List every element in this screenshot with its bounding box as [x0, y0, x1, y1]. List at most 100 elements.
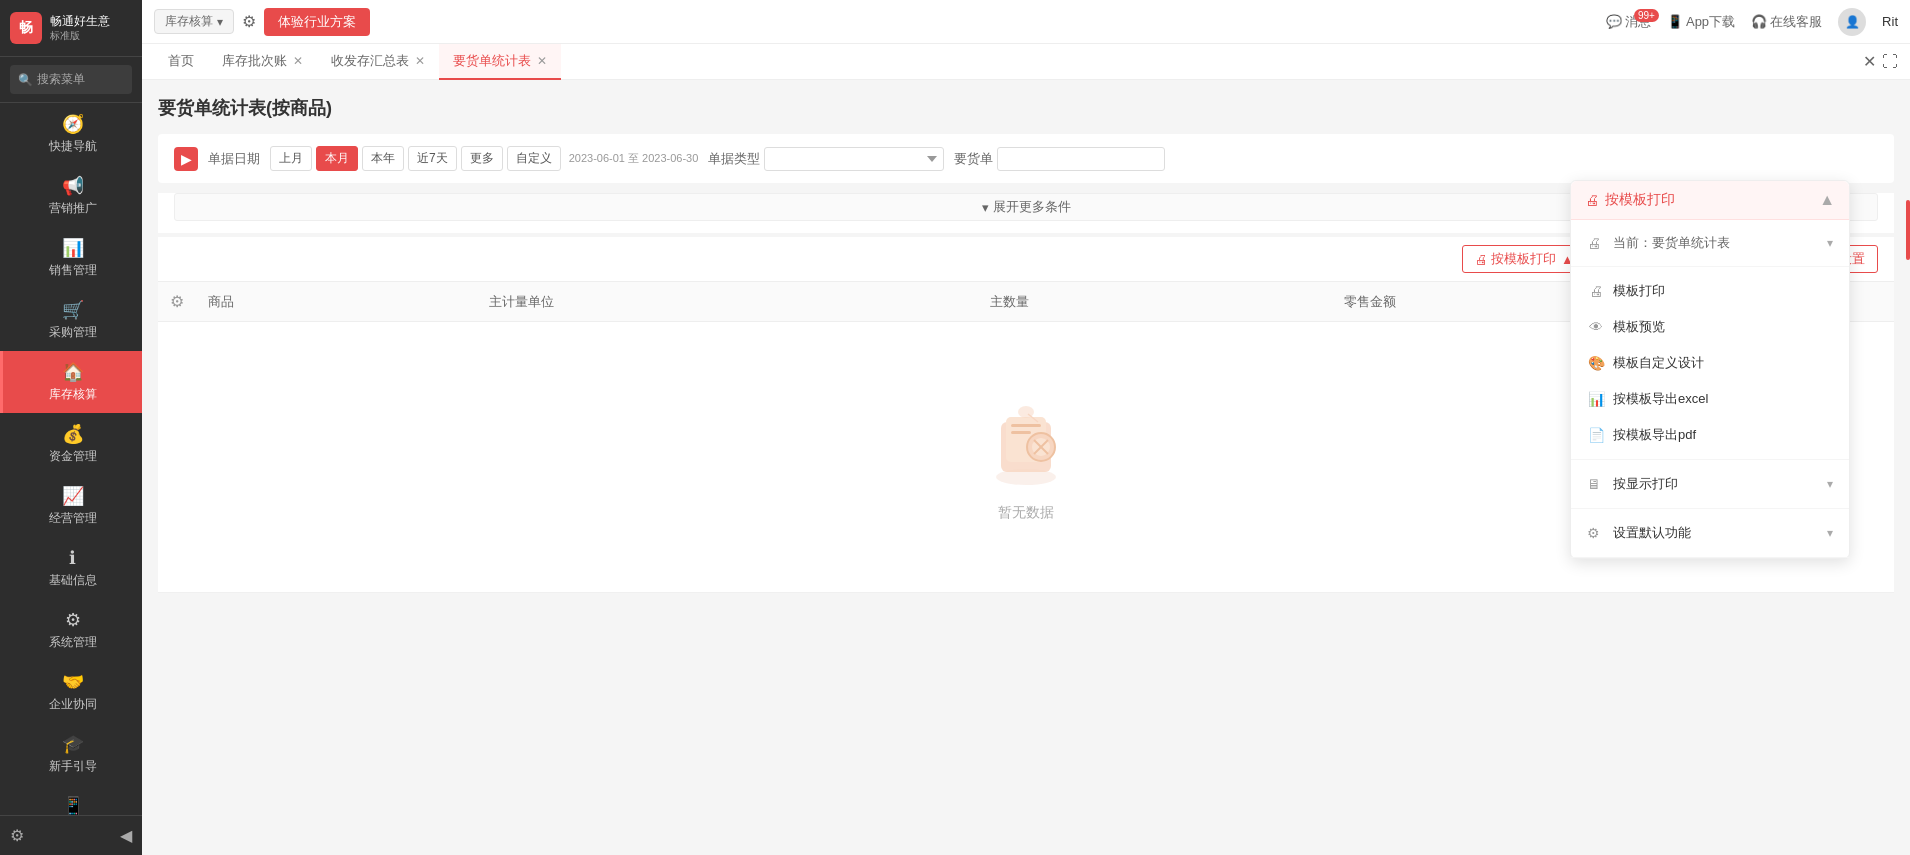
- topbar: 库存核算 ▾ ⚙ 体验行业方案 💬 消息 99+ 📱 App下载 🎧 在线客服 …: [142, 0, 1910, 44]
- tab-inventory-batch[interactable]: 库存批次账 ✕: [208, 44, 317, 80]
- sidebar-logo: 畅 畅通好生意 标准版: [0, 0, 142, 57]
- filter-date-group: 上月 本月 本年 近7天 更多 自定义 2023-06-01 至 2023-06…: [270, 146, 698, 171]
- settings-bottom-icon[interactable]: ⚙: [10, 826, 24, 845]
- topbar-gear-icon[interactable]: ⚙: [242, 12, 256, 31]
- sidebar-item-new-guide[interactable]: 🎓 新手引导: [0, 723, 142, 785]
- marketing-icon: 📢: [62, 175, 84, 197]
- app-name: 畅通好生意: [50, 13, 110, 30]
- tab-home[interactable]: 首页: [154, 44, 208, 80]
- dropdown-current-icon: 🖨: [1587, 235, 1605, 251]
- tab-order-stats-close[interactable]: ✕: [537, 54, 547, 68]
- topbar-left: 库存核算 ▾ ⚙ 体验行业方案: [154, 8, 1596, 36]
- tab-summary-close[interactable]: ✕: [415, 54, 425, 68]
- sidebar-item-app-center[interactable]: 📱 应用中心: [0, 785, 142, 815]
- dropdown-collapse-icon[interactable]: ▲: [1819, 191, 1835, 209]
- sidebar-item-quick-nav[interactable]: 🧭 快捷导航: [0, 103, 142, 165]
- app-sub-label: 标准版: [50, 29, 110, 43]
- tab-home-label: 首页: [168, 52, 194, 70]
- template-print-icon: 🖨: [1587, 283, 1605, 299]
- collapse-icon[interactable]: ◀: [120, 826, 132, 845]
- dropdown-item-export-pdf[interactable]: 📄 按模板导出pdf: [1571, 417, 1849, 453]
- messages-button[interactable]: 💬 消息 99+: [1606, 13, 1651, 31]
- default-function-icon: ⚙: [1587, 525, 1605, 541]
- date-btn-7days[interactable]: 近7天: [408, 146, 457, 171]
- sidebar-item-basic-info[interactable]: ℹ 基础信息: [0, 537, 142, 599]
- filter-toggle-button[interactable]: ▶: [174, 147, 198, 171]
- sidebar-item-label: 销售管理: [49, 262, 97, 279]
- download-icon: 📱: [1667, 14, 1683, 29]
- online-service-button[interactable]: 🎧 在线客服: [1751, 13, 1822, 31]
- sidebar-item-label: 系统管理: [49, 634, 97, 651]
- sidebar-item-label: 基础信息: [49, 572, 97, 589]
- app-download-button[interactable]: 📱 App下载: [1667, 13, 1735, 31]
- date-btn-this-year[interactable]: 本年: [362, 146, 404, 171]
- page-title: 要货单统计表(按商品): [158, 96, 1894, 120]
- filter-goods-input[interactable]: [997, 147, 1165, 171]
- dropdown-current-arrow-icon: ▾: [1827, 236, 1833, 250]
- date-btn-last-month[interactable]: 上月: [270, 146, 312, 171]
- service-icon: 🎧: [1751, 14, 1767, 29]
- tab-maximize-button[interactable]: ⛶: [1882, 52, 1898, 71]
- date-btn-this-month[interactable]: 本月: [316, 146, 358, 171]
- system-icon: ⚙: [65, 609, 81, 631]
- dropdown-display-print[interactable]: 🖥 按显示打印 ▾: [1571, 466, 1849, 502]
- filter-date-range: 2023-06-01 至 2023-06-30: [569, 151, 699, 166]
- search-menu-button[interactable]: 🔍 搜索菜单: [10, 65, 132, 94]
- message-icon: 💬: [1606, 14, 1622, 29]
- expand-icon: ▾: [982, 200, 989, 215]
- app-download-label: App下载: [1686, 13, 1735, 31]
- sidebar-item-purchase[interactable]: 🛒 采购管理: [0, 289, 142, 351]
- tab-inventory-batch-close[interactable]: ✕: [293, 54, 303, 68]
- sidebar-item-enterprise[interactable]: 🤝 企业协同: [0, 661, 142, 723]
- print-template-button[interactable]: 🖨 按模板打印 ▲: [1462, 245, 1587, 273]
- filter-type-select[interactable]: [764, 147, 944, 171]
- date-btn-custom[interactable]: 自定义: [507, 146, 561, 171]
- scroll-indicator: [1906, 200, 1910, 260]
- tab-summary[interactable]: 收发存汇总表 ✕: [317, 44, 439, 80]
- sidebar-search-area: 🔍 搜索菜单: [0, 57, 142, 103]
- filter-type-label: 单据类型: [708, 150, 760, 168]
- sidebar-item-label: 经营管理: [49, 510, 97, 527]
- sidebar-item-system[interactable]: ⚙ 系统管理: [0, 599, 142, 661]
- dropdown-item-template-print[interactable]: 🖨 模板打印: [1571, 273, 1849, 309]
- sidebar-item-marketing[interactable]: 📢 营销推广: [0, 165, 142, 227]
- dropdown-current-section: 🖨 当前：要货单统计表 ▾: [1571, 220, 1849, 267]
- dropdown-header-left: 🖨 按模板打印: [1585, 191, 1675, 209]
- date-btn-more[interactable]: 更多: [461, 146, 503, 171]
- dropdown-header[interactable]: 🖨 按模板打印 ▲: [1571, 181, 1849, 220]
- topbar-right: 💬 消息 99+ 📱 App下载 🎧 在线客服 👤 Rit: [1606, 8, 1898, 36]
- avatar-icon: 👤: [1845, 15, 1860, 29]
- export-pdf-icon: 📄: [1587, 427, 1605, 443]
- svg-rect-4: [1011, 431, 1031, 434]
- sidebar-item-label: 资金管理: [49, 448, 97, 465]
- trial-button[interactable]: 体验行业方案: [264, 8, 370, 36]
- empty-illustration: [976, 392, 1076, 492]
- dropdown-item-template-preview[interactable]: 👁 模板预览: [1571, 309, 1849, 345]
- dropdown-items-section: 🖨 模板打印 👁 模板预览 🎨 模板自定义设计 📊 按模板导出excel 📄: [1571, 267, 1849, 460]
- table-settings-icon[interactable]: ⚙: [170, 293, 184, 310]
- sidebar-item-sales[interactable]: 📊 销售管理: [0, 227, 142, 289]
- tab-close-all-button[interactable]: ✕: [1863, 52, 1876, 71]
- online-service-label: 在线客服: [1770, 13, 1822, 31]
- sidebar-item-operations[interactable]: 📈 经营管理: [0, 475, 142, 537]
- user-avatar[interactable]: 👤: [1838, 8, 1866, 36]
- app-name-block: 畅通好生意 标准版: [50, 13, 110, 44]
- dropdown-current-item[interactable]: 🖨 当前：要货单统计表 ▾: [1571, 226, 1849, 260]
- sidebar-item-label: 新手引导: [49, 758, 97, 775]
- sidebar-item-label: 快捷导航: [49, 138, 97, 155]
- sidebar-item-label: 营销推广: [49, 200, 97, 217]
- col-quantity: 主数量: [978, 282, 1332, 322]
- tab-order-stats[interactable]: 要货单统计表 ✕: [439, 44, 561, 80]
- template-print-label: 模板打印: [1613, 282, 1665, 300]
- export-pdf-label: 按模板导出pdf: [1613, 426, 1696, 444]
- sidebar-item-inventory[interactable]: 🏠 库存核算: [0, 351, 142, 413]
- dropdown-item-template-design[interactable]: 🎨 模板自定义设计: [1571, 345, 1849, 381]
- display-print-icon: 🖥: [1587, 476, 1605, 492]
- dropdown-default-function[interactable]: ⚙ 设置默认功能 ▾: [1571, 515, 1849, 551]
- print-icon: 🖨: [1475, 252, 1488, 267]
- breadcrumb-chevron-icon: ▾: [217, 15, 223, 29]
- dropdown-item-export-excel[interactable]: 📊 按模板导出excel: [1571, 381, 1849, 417]
- sidebar-item-finance[interactable]: 💰 资金管理: [0, 413, 142, 475]
- app-logo-icon: 畅: [10, 12, 42, 44]
- inventory-icon: 🏠: [62, 361, 84, 383]
